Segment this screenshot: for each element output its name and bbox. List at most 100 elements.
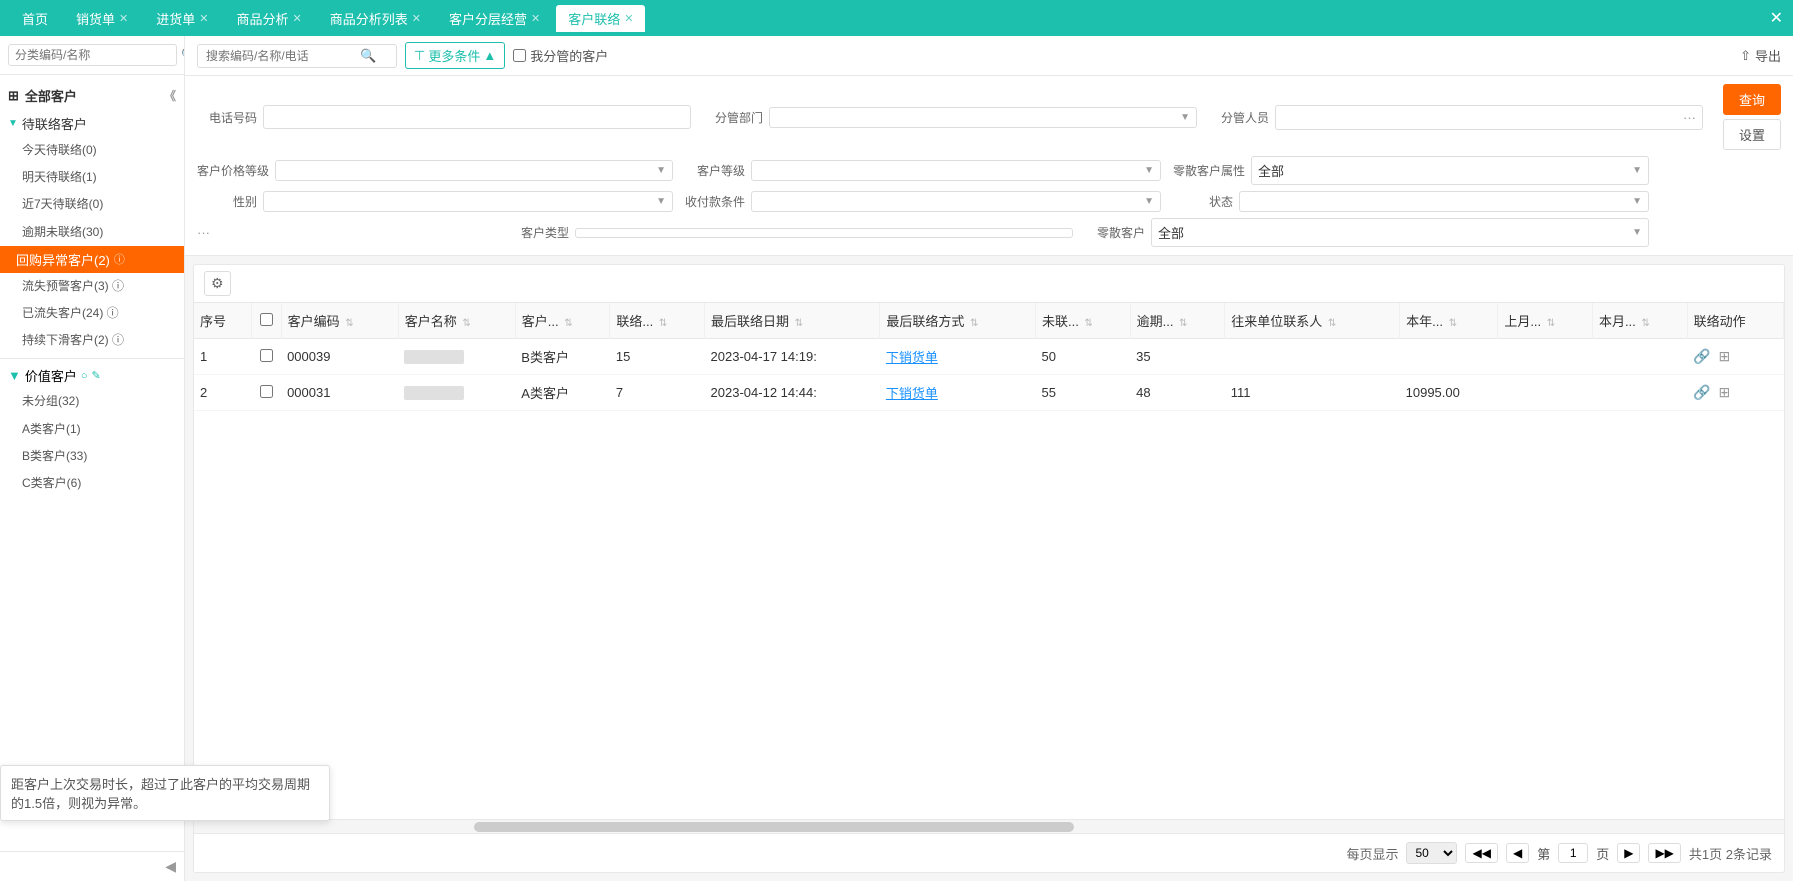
add-group-icon[interactable]: ○ (81, 370, 88, 382)
nav-tab-商品分析[interactable]: 商品分析 ✕ (224, 5, 313, 32)
grid-action-icon[interactable]: ⊞ (1719, 348, 1731, 365)
main-search-icon[interactable]: 🔍 (360, 48, 376, 64)
col-last-date[interactable]: 最后联络日期 ⇅ (705, 303, 880, 339)
my-customers-check[interactable] (513, 49, 526, 62)
page-suffix: 页 (1596, 844, 1609, 863)
col-uncontacted[interactable]: 未联... ⇅ (1035, 303, 1130, 339)
first-page-button[interactable]: ◀◀ (1465, 843, 1497, 863)
customer-level-field: 客户等级 ▼ (685, 160, 1161, 181)
cell-last-method[interactable]: 下销货单 (880, 375, 1036, 411)
link-action-icon[interactable]: 🔗 (1693, 348, 1710, 365)
close-tab-icon[interactable]: ✕ (199, 12, 208, 25)
sidebar-item-class-c[interactable]: C类客户(6) (0, 470, 184, 497)
customer-name-blurred (404, 386, 464, 400)
next-page-button[interactable]: ▶ (1617, 843, 1640, 863)
row-checkbox[interactable] (260, 349, 273, 362)
cell-name (398, 375, 515, 411)
close-tab-icon[interactable]: ✕ (624, 12, 633, 25)
manager-select[interactable]: ··· (1275, 105, 1703, 130)
nav-tab-销货单[interactable]: 销货单 ✕ (64, 5, 140, 32)
status-select[interactable]: ▼ (1239, 191, 1649, 212)
main-search-input[interactable] (206, 49, 356, 63)
customer-level-select[interactable]: ▼ (751, 160, 1161, 181)
export-button[interactable]: ⇧ 导出 (1740, 46, 1781, 65)
close-tab-icon[interactable]: ✕ (531, 12, 540, 25)
department-select[interactable]: ▼ (769, 107, 1197, 128)
collapse-sidebar-button[interactable]: 《 (164, 87, 176, 104)
category-search-input[interactable] (8, 44, 177, 66)
close-tab-icon[interactable]: ✕ (412, 12, 421, 25)
sidebar-item-declining[interactable]: 持续下滑客户(2) ⓘ (0, 327, 184, 354)
cell-last-date: 2023-04-17 14:19: (705, 339, 880, 375)
sidebar-item-overdue[interactable]: 逾期未联络(30) (0, 219, 184, 246)
sidebar-item-ungroup[interactable]: 未分组(32) (0, 388, 184, 415)
col-overdue[interactable]: 逾期... ⇅ (1130, 303, 1225, 339)
sidebar-item-churn-warning[interactable]: 流失预警客户(3) ⓘ (0, 273, 184, 300)
cell-checkbox[interactable] (251, 375, 281, 411)
more-conditions-button[interactable]: ⊤ 更多条件 ▲ (405, 42, 505, 69)
col-this-month[interactable]: 本月... ⇅ (1592, 303, 1687, 339)
edit-group-icon[interactable]: ✎ (92, 369, 101, 382)
all-customers-header[interactable]: ⊞ 全部客户 《 (0, 81, 184, 110)
gender-select[interactable]: ▼ (263, 191, 673, 212)
col-this-year[interactable]: 本年... ⇅ (1400, 303, 1498, 339)
retail-attr-label: 零散客户属性 (1173, 162, 1245, 179)
horizontal-scrollbar[interactable] (194, 819, 1784, 833)
sidebar-item-class-b[interactable]: B类客户(33) (0, 443, 184, 470)
more-filters-dots[interactable]: ··· (197, 225, 210, 240)
close-all-tabs-button[interactable]: ✕ (1770, 8, 1783, 28)
sidebar-item-today[interactable]: 今天待联络(0) (0, 137, 184, 164)
select-all-checkbox[interactable] (260, 313, 273, 326)
table-gear-button[interactable]: ⚙ (204, 271, 231, 296)
nav-tab-商品分析列表[interactable]: 商品分析列表 ✕ (318, 5, 433, 32)
cell-checkbox[interactable] (251, 339, 281, 375)
nav-tab-客户分层经营[interactable]: 客户分层经营 ✕ (437, 5, 552, 32)
col-name[interactable]: 客户名称 ⇅ (398, 303, 515, 339)
sort-icon: ⇅ (345, 318, 353, 329)
nav-tab-进货单[interactable]: 进货单 ✕ (144, 5, 220, 32)
pagination: 每页显示 50 100 200 ◀◀ ◀ 第 页 ▶ ▶▶ 共1页 2条记录 (194, 833, 1784, 872)
nav-tab-客户联络[interactable]: 客户联络 ✕ (556, 5, 645, 32)
sidebar-item-churned[interactable]: 已流失客户(24) ⓘ (0, 300, 184, 327)
col-partner-contact[interactable]: 往来单位联系人 ⇅ (1225, 303, 1400, 339)
retail-customer-select[interactable]: 全部 ▼ (1151, 218, 1649, 247)
close-tab-icon[interactable]: ✕ (293, 12, 302, 25)
sidebar-bottom-icon[interactable]: ◀ (165, 858, 176, 875)
col-last-month[interactable]: 上月... ⇅ (1498, 303, 1593, 339)
col-last-method[interactable]: 最后联络方式 ⇅ (880, 303, 1036, 339)
col-type[interactable]: 客户... ⇅ (515, 303, 610, 339)
col-contact-count[interactable]: 联络... ⇅ (610, 303, 705, 339)
col-code[interactable]: 客户编码 ⇅ (281, 303, 398, 339)
retail-customer-value: 全部 (1158, 223, 1184, 242)
sidebar-item-tomorrow[interactable]: 明天待联络(1) (0, 164, 184, 191)
close-tab-icon[interactable]: ✕ (119, 12, 128, 25)
payment-select[interactable]: ▼ (751, 191, 1161, 212)
nav-tab-首页[interactable]: 首页 (10, 5, 60, 32)
filter-row-4: ··· 客户类型 零散客户 全部 ▼ (197, 218, 1781, 247)
cell-contact-count: 15 (610, 339, 705, 375)
per-page-select[interactable]: 50 100 200 (1406, 842, 1457, 864)
table-wrapper[interactable]: 序号 客户编码 ⇅ 客户名称 ⇅ 客户... ⇅ 联络... ⇅ 最后联络日期 … (194, 303, 1784, 819)
query-button[interactable]: 查询 (1723, 84, 1781, 115)
row-checkbox[interactable] (260, 385, 273, 398)
my-customers-checkbox[interactable]: 我分管的客户 (513, 46, 608, 65)
last-method-link[interactable]: 下销货单 (886, 350, 938, 365)
last-method-link[interactable]: 下销货单 (886, 386, 938, 401)
grid-action-icon[interactable]: ⊞ (1719, 384, 1731, 401)
last-page-button[interactable]: ▶▶ (1648, 843, 1680, 863)
sidebar-item-class-a[interactable]: A类客户(1) (0, 416, 184, 443)
cell-last-method[interactable]: 下销货单 (880, 339, 1036, 375)
settings-button[interactable]: 设置 (1723, 119, 1781, 150)
price-level-select[interactable]: ▼ (275, 160, 673, 181)
phone-input[interactable] (263, 105, 691, 129)
prev-page-button[interactable]: ◀ (1506, 843, 1529, 863)
pending-contact-group[interactable]: ▼ 待联络客户 (0, 110, 184, 137)
customer-type-select[interactable] (575, 228, 1073, 238)
cell-uncontacted: 55 (1035, 375, 1130, 411)
retail-attr-select[interactable]: 全部 ▼ (1251, 156, 1649, 185)
sidebar-item-repurchase-anomaly[interactable]: 回购异常客户(2) ⓘ (0, 246, 184, 273)
page-number-input[interactable] (1558, 843, 1588, 863)
sidebar-item-7days[interactable]: 近7天待联络(0) (0, 191, 184, 218)
link-action-icon[interactable]: 🔗 (1693, 384, 1710, 401)
scrollbar-thumb[interactable] (474, 822, 1074, 832)
